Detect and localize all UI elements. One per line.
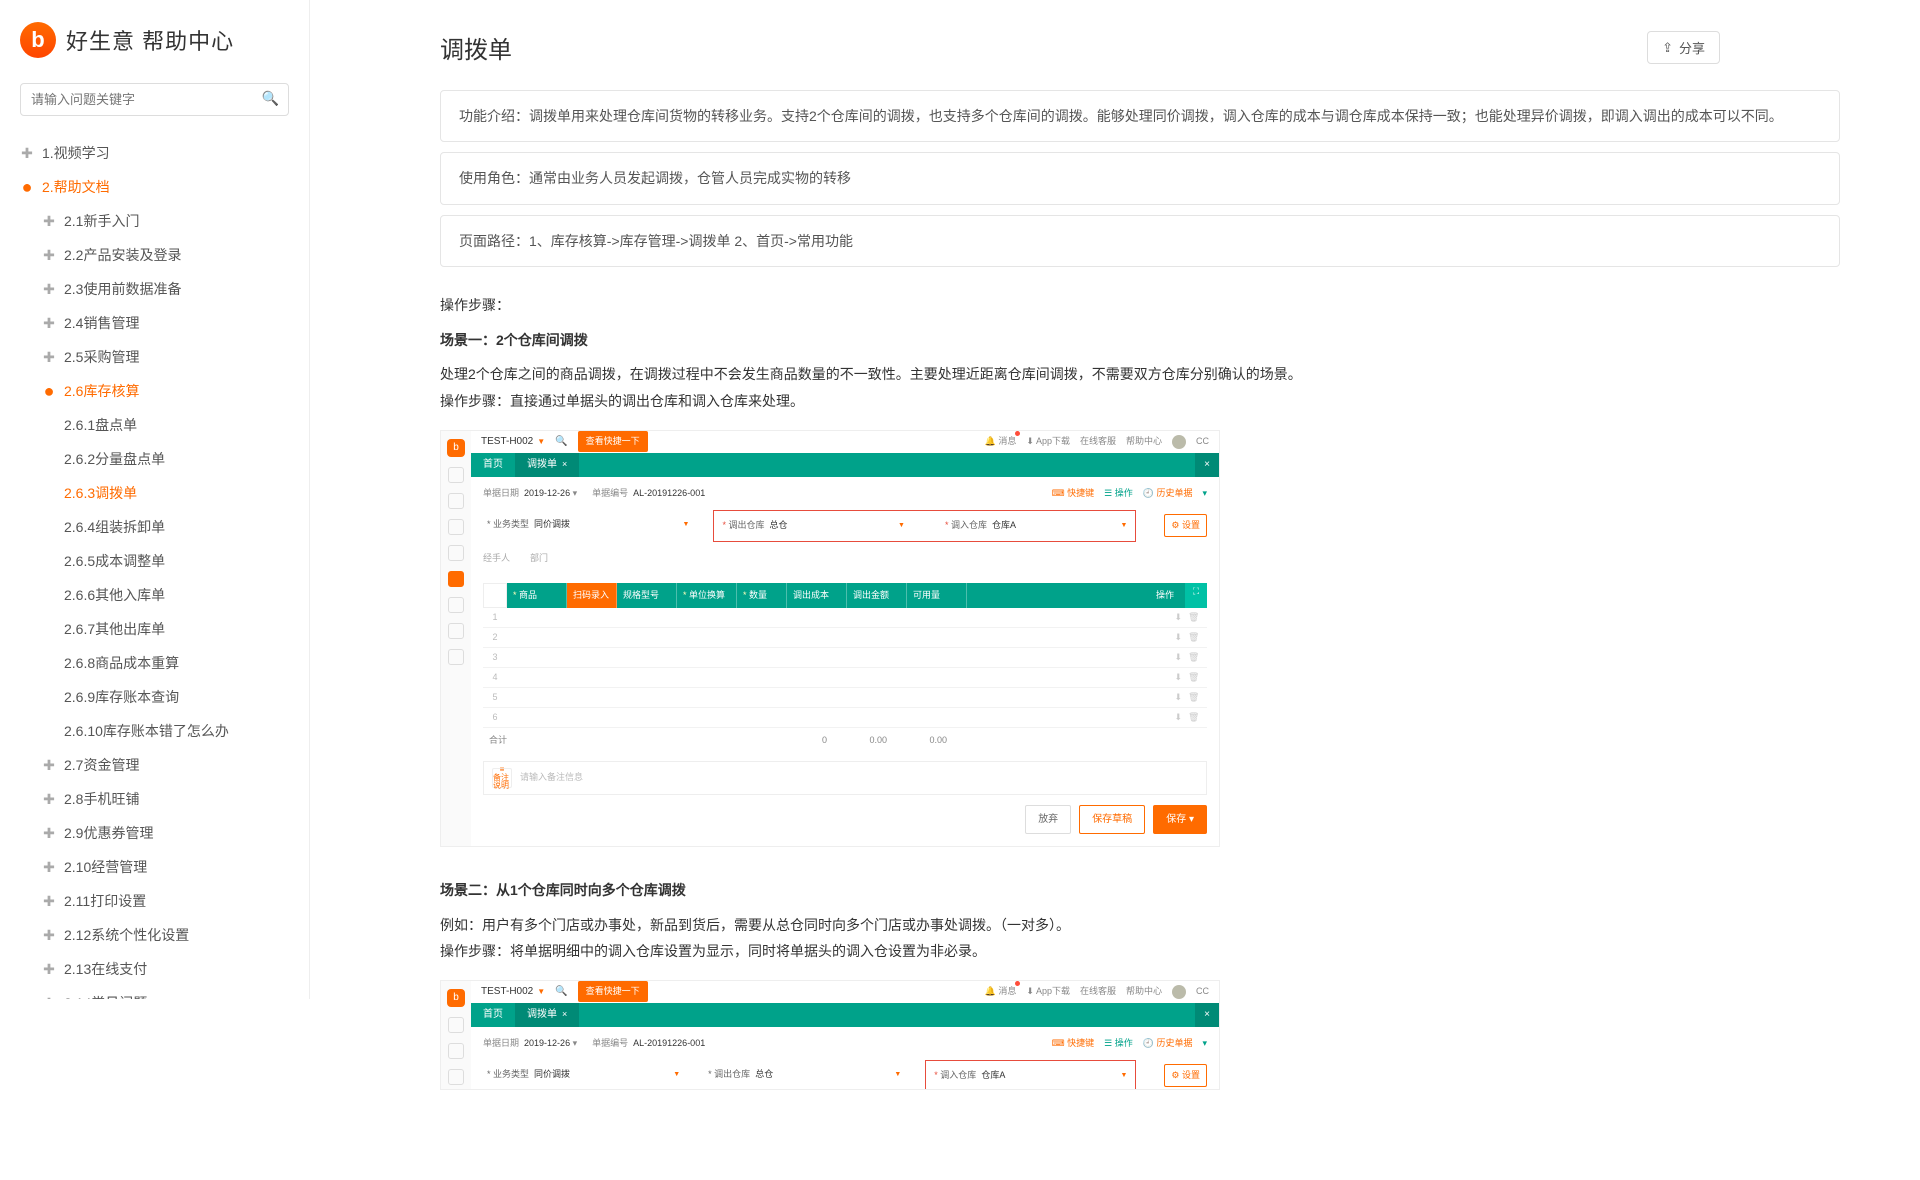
mock-nav-icon xyxy=(448,519,464,535)
close-icon: × xyxy=(1195,453,1219,477)
brand-logo: b xyxy=(20,22,56,58)
note-icon: ≡备注说明 xyxy=(492,768,512,788)
nav-2-11[interactable]: ✚2.11打印设置 xyxy=(42,884,289,918)
screenshot-2: b TEST-H002▼ 🔍 查看快捷一下 🔔 消息 ⬇ App下载 在线客服 … xyxy=(440,980,1220,1090)
mock-nav-icon xyxy=(448,623,464,639)
mock-setting-button: ⚙ 设置 xyxy=(1164,514,1207,537)
plus-icon: ✚ xyxy=(42,350,56,364)
nav-2-10[interactable]: ✚2.10经营管理 xyxy=(42,850,289,884)
info-function: 功能介绍：调拨单用来处理仓库间货物的转移业务。支持2个仓库间的调拨，也支持多个仓… xyxy=(440,90,1840,142)
download-icon: ⬇ App下载 xyxy=(1026,433,1070,450)
info-role: 使用角色：通常由业务人员发起调拨，仓管人员完成实物的转移 xyxy=(440,152,1840,204)
nav-2-6-10[interactable]: 2.6.10库存账本错了怎么办 xyxy=(64,714,289,748)
nav-2-6[interactable]: ●2.6库存核算 xyxy=(42,374,289,408)
scene1-heading: 场景一：2个仓库间调拨 xyxy=(440,327,1840,354)
mock-nav-icon xyxy=(448,571,464,587)
nav-2-5[interactable]: ✚2.5采购管理 xyxy=(42,340,289,374)
search-input[interactable] xyxy=(20,83,289,116)
nav-2-6-9[interactable]: 2.6.9库存账本查询 xyxy=(64,680,289,714)
search-box: 🔍 xyxy=(20,83,289,116)
mock-nav-icon xyxy=(448,467,464,483)
page-title: 调拨单 xyxy=(440,30,512,65)
share-button[interactable]: ⇪ 分享 xyxy=(1647,31,1720,64)
plus-icon: ✚ xyxy=(42,860,56,874)
plus-icon: ✚ xyxy=(42,214,56,228)
nav-2-6-1[interactable]: 2.6.1盘点单 xyxy=(64,408,289,442)
main-content: 调拨单 ⇪ 分享 功能介绍：调拨单用来处理仓库间货物的转移业务。支持2个仓库间的… xyxy=(310,0,1920,1180)
mock-draft-button: 保存草稿 xyxy=(1079,805,1145,834)
brand-title: 好生意 帮助中心 xyxy=(66,24,234,56)
plus-icon: ✚ xyxy=(42,792,56,806)
mock-logo-icon: b xyxy=(447,439,465,457)
brand-row: b 好生意 帮助中心 xyxy=(20,22,289,58)
nav-2-6-8[interactable]: 2.6.8商品成本重算 xyxy=(64,646,289,680)
search-icon[interactable]: 🔍 xyxy=(262,90,279,107)
mock-tab-active: 调拨单× xyxy=(515,453,579,477)
nav-2-12[interactable]: ✚2.12系统个性化设置 xyxy=(42,918,289,952)
mock-nav-icon xyxy=(448,493,464,509)
info-path: 页面路径：1、库存核算->库存管理->调拨单 2、首页->常用功能 xyxy=(440,215,1840,267)
avatar-icon xyxy=(1172,435,1186,449)
scene2-heading: 场景二：从1个仓库同时向多个仓库调拨 xyxy=(440,877,1840,904)
plus-icon: ✚ xyxy=(20,146,34,160)
search-icon: 🔍 xyxy=(555,432,567,451)
close-icon: × xyxy=(562,456,567,473)
nav-video-learning[interactable]: ✚1.视频学习 xyxy=(20,136,289,170)
mock-orange-button: 查看快捷一下 xyxy=(578,431,648,452)
download-icon: ⬇ xyxy=(1175,609,1183,626)
nav-2-6-6[interactable]: 2.6.6其他入库单 xyxy=(64,578,289,612)
nav-2-14[interactable]: ✚2.14常见问题 xyxy=(42,986,289,999)
mock-cancel-button: 放弃 xyxy=(1025,805,1071,834)
plus-icon: ✚ xyxy=(42,316,56,330)
mock-tab-home: 首页 xyxy=(471,453,515,477)
plus-icon: ✚ xyxy=(42,894,56,908)
plus-icon: ✚ xyxy=(42,826,56,840)
mock-save-button: 保存 ▾ xyxy=(1153,805,1207,834)
delete-icon: 🗑 xyxy=(1188,609,1199,626)
mock-nav-icon xyxy=(448,545,464,561)
nav-2-2[interactable]: ✚2.2产品安装及登录 xyxy=(42,238,289,272)
plus-icon: ✚ xyxy=(42,928,56,942)
minus-icon: ● xyxy=(42,384,56,398)
bell-icon: 🔔 消息 xyxy=(985,433,1017,450)
expand-icon: ⛶ xyxy=(1185,583,1207,608)
minus-icon: ● xyxy=(20,180,34,194)
mock-nav-icon xyxy=(448,597,464,613)
mock-store-select: TEST-H002▼ xyxy=(481,432,545,451)
plus-icon: ✚ xyxy=(42,282,56,296)
nav-2-7[interactable]: ✚2.7资金管理 xyxy=(42,748,289,782)
share-icon: ⇪ xyxy=(1662,40,1673,56)
mock-logo-icon: b xyxy=(447,989,465,1007)
nav-2-3[interactable]: ✚2.3使用前数据准备 xyxy=(42,272,289,306)
sidebar: b 好生意 帮助中心 🔍 ✚1.视频学习 ●2.帮助文档 ✚2.1新手入门 ✚2… xyxy=(0,0,310,999)
nav-2-1[interactable]: ✚2.1新手入门 xyxy=(42,204,289,238)
nav-2-4[interactable]: ✚2.4销售管理 xyxy=(42,306,289,340)
nav-2-13[interactable]: ✚2.13在线支付 xyxy=(42,952,289,986)
mock-nav-icon xyxy=(448,649,464,665)
nav-2-6-4[interactable]: 2.6.4组装拆卸单 xyxy=(64,510,289,544)
nav-2-6-3[interactable]: 2.6.3调拨单 xyxy=(64,476,289,510)
nav-2-9[interactable]: ✚2.9优惠券管理 xyxy=(42,816,289,850)
nav-2-6-7[interactable]: 2.6.7其他出库单 xyxy=(64,612,289,646)
nav-2-8[interactable]: ✚2.8手机旺铺 xyxy=(42,782,289,816)
nav-2-6-5[interactable]: 2.6.5成本调整单 xyxy=(64,544,289,578)
section-1: 操作步骤： 场景一：2个仓库间调拨 处理2个仓库之间的商品调拨，在调拨过程中不会… xyxy=(440,292,1840,1090)
screenshot-1: b TEST-H002▼ 🔍 查看快捷一下 xyxy=(440,430,1220,847)
plus-icon: ✚ xyxy=(42,962,56,976)
plus-icon: ✚ xyxy=(42,248,56,262)
nav-help-docs[interactable]: ●2.帮助文档 xyxy=(20,170,289,204)
nav-2-6-2[interactable]: 2.6.2分量盘点单 xyxy=(64,442,289,476)
plus-icon: ✚ xyxy=(42,758,56,772)
